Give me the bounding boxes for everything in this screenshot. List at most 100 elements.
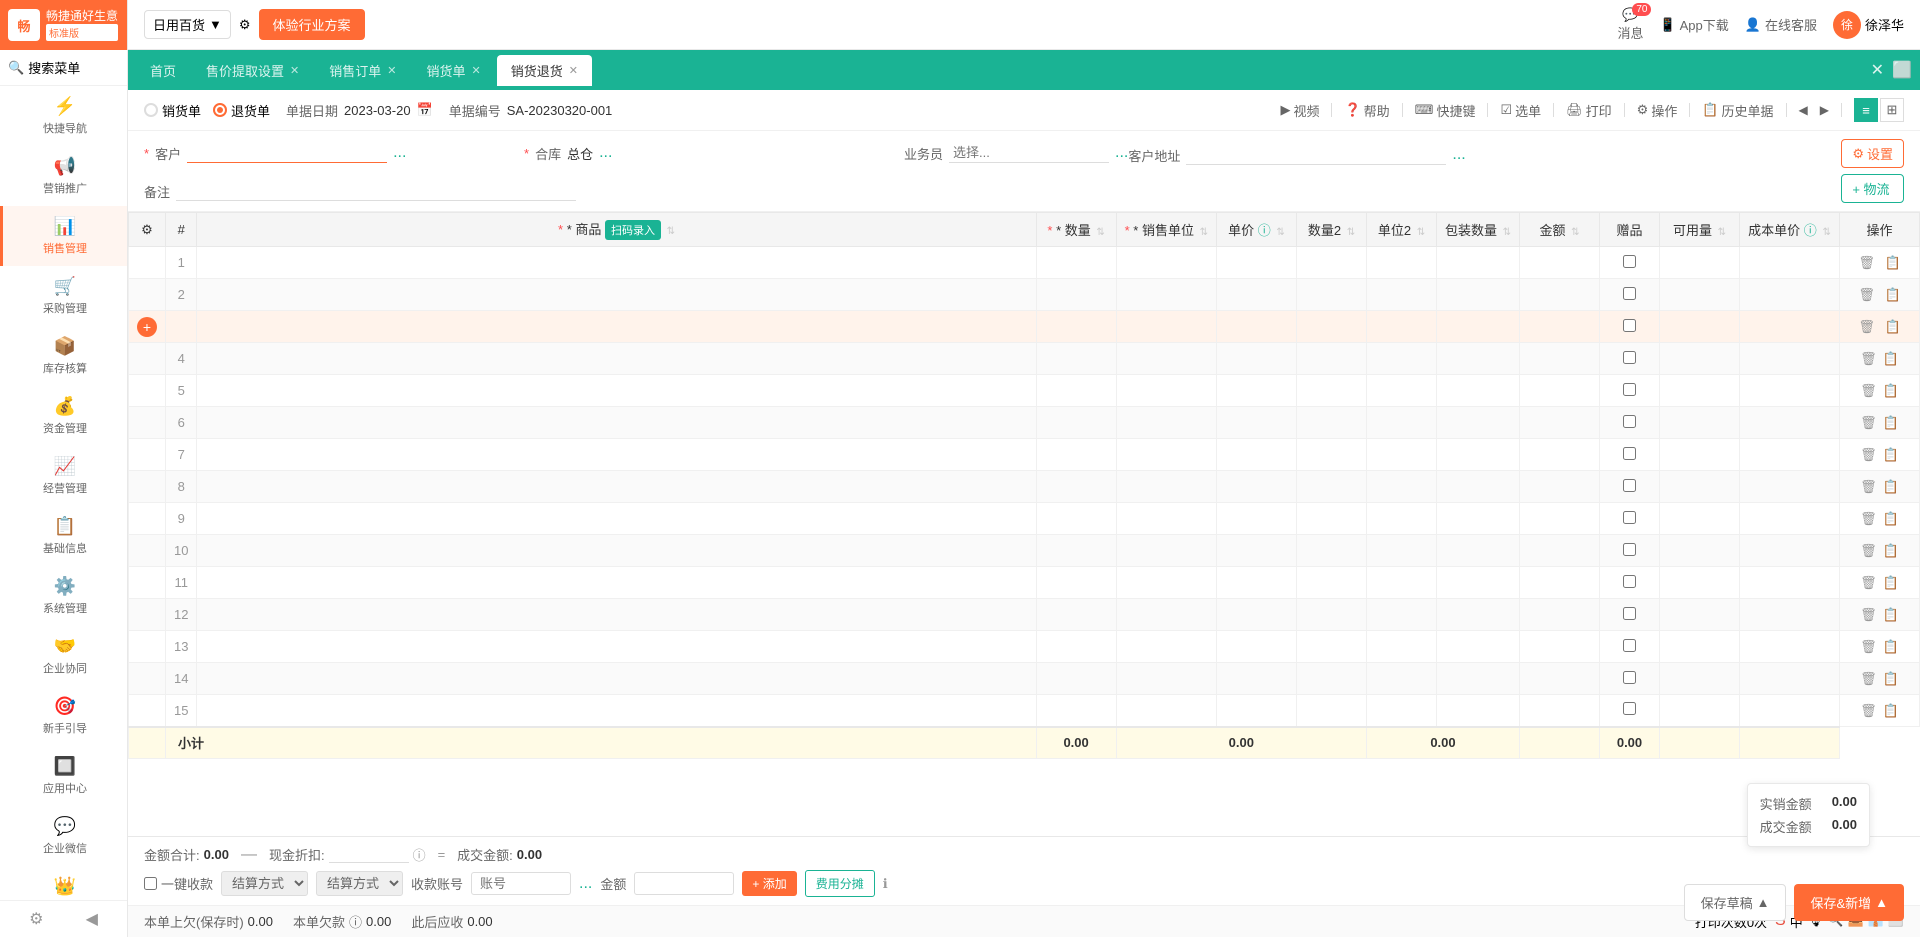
row-price[interactable] [1216, 311, 1296, 343]
product-input-active[interactable] [205, 319, 1027, 334]
row-price[interactable] [1216, 279, 1296, 311]
row-product[interactable] [197, 695, 1036, 727]
sidebar-item-system[interactable]: ⚙️ 系统管理 [0, 566, 127, 626]
row-product[interactable] [197, 439, 1036, 471]
sort-icon[interactable]: ⇅ [1417, 227, 1425, 238]
gift-checkbox[interactable] [1623, 255, 1636, 268]
sort-icon[interactable]: ⇅ [1276, 227, 1284, 238]
delete-icon[interactable]: 🗑 [1860, 703, 1877, 718]
row-product[interactable] [197, 471, 1036, 503]
help-btn[interactable]: ❓ 帮助 [1344, 101, 1389, 120]
row-unit2[interactable] [1366, 279, 1436, 311]
row-pack[interactable] [1436, 279, 1519, 311]
sidebar-item-purchase[interactable]: 🛒 采购管理 [0, 266, 127, 326]
sidebar-item-finance[interactable]: 💰 资金管理 [0, 386, 127, 446]
row-costprice[interactable] [1740, 247, 1840, 279]
onepay-checkbox[interactable]: 一键收款 [144, 874, 213, 893]
row-available[interactable] [1660, 311, 1740, 343]
gift-checkbox[interactable] [1623, 543, 1636, 556]
row-product[interactable] [197, 599, 1036, 631]
row-product[interactable] [197, 407, 1036, 439]
address-input[interactable] [1186, 145, 1446, 165]
scan-button[interactable]: 扫码录入 [605, 220, 661, 240]
copy-icon[interactable]: 📋 [1883, 351, 1899, 366]
sidebar-item-operation[interactable]: 📈 经营管理 [0, 446, 127, 506]
sidebar-item-marketing[interactable]: 📢 营销推广 [0, 146, 127, 206]
onepay-check[interactable] [144, 877, 157, 890]
settings-bottom-icon[interactable]: ⚙ [29, 909, 43, 929]
gift-checkbox[interactable] [1623, 319, 1636, 332]
settings-gear-icon[interactable]: ⚙ [239, 17, 251, 33]
row-product[interactable] [197, 567, 1036, 599]
gift-checkbox[interactable] [1623, 702, 1636, 715]
delete-icon[interactable]: 🗑 [1858, 287, 1875, 302]
account-select-btn[interactable]: ... [579, 875, 592, 893]
sidebar-item-sales[interactable]: 📊 销售管理 [0, 206, 127, 266]
tab-close-icon[interactable]: ✕ [472, 64, 481, 77]
gift-checkbox[interactable] [1623, 671, 1636, 684]
row-gift-checkbox[interactable] [1600, 279, 1660, 311]
address-select-btn[interactable]: ... [1452, 146, 1465, 164]
row-product[interactable] [197, 631, 1036, 663]
logistics-button[interactable]: + 物流 [1841, 174, 1904, 203]
copy-icon[interactable]: 📋 [1884, 255, 1900, 270]
row-product[interactable] [197, 663, 1036, 695]
delete-icon[interactable]: 🗑 [1860, 511, 1877, 526]
settings-button[interactable]: ⚙ 设置 [1841, 139, 1904, 168]
sort-icon[interactable]: ⇅ [1822, 227, 1830, 238]
online-service-button[interactable]: 👤 在线客服 [1745, 15, 1817, 34]
row-pack[interactable] [1436, 247, 1519, 279]
gift-checkbox[interactable] [1623, 415, 1636, 428]
row-gift-checkbox[interactable] [1600, 247, 1660, 279]
industry-select[interactable]: 日用百货 ▼ [144, 10, 231, 39]
row-amount[interactable] [1520, 311, 1600, 343]
account-input[interactable] [471, 872, 571, 895]
tab-close-icon[interactable]: ✕ [387, 64, 396, 77]
copy-icon[interactable]: 📋 [1883, 607, 1899, 622]
row-qty[interactable] [1036, 247, 1116, 279]
radio-sales-return[interactable]: 退货单 [213, 101, 270, 120]
row-unit[interactable] [1116, 279, 1216, 311]
col-settings-icon[interactable]: ⚙ [141, 222, 153, 237]
row-qty[interactable] [1036, 311, 1116, 343]
row-qty[interactable] [1036, 279, 1116, 311]
row-product[interactable] [197, 247, 1036, 279]
prev-btn[interactable]: ◀ [1799, 103, 1808, 117]
row-pack[interactable] [1436, 311, 1519, 343]
sort-icon[interactable]: ⇅ [1718, 227, 1726, 238]
row-product[interactable] [197, 375, 1036, 407]
row-unit[interactable] [1116, 311, 1216, 343]
delete-icon[interactable]: 🗑 [1860, 447, 1877, 462]
copy-icon[interactable]: 📋 [1884, 287, 1900, 302]
note-input[interactable] [176, 181, 576, 201]
row-qty2[interactable] [1296, 311, 1366, 343]
copy-icon[interactable]: 📋 [1883, 671, 1899, 686]
row-unit2[interactable] [1366, 311, 1436, 343]
customer-input[interactable] [187, 143, 387, 163]
gift-checkbox[interactable] [1623, 575, 1636, 588]
calendar-icon[interactable]: 📅 [417, 102, 433, 118]
row-amount[interactable] [1520, 247, 1600, 279]
copy-icon[interactable]: 📋 [1883, 479, 1899, 494]
row-product[interactable] [197, 279, 1036, 311]
message-button[interactable]: 💬 消息 70 [1617, 7, 1643, 42]
tab-sales-delivery[interactable]: 销货单 ✕ [412, 55, 494, 86]
sort-icon[interactable]: ⇅ [1503, 227, 1511, 238]
row-unit2[interactable] [1366, 247, 1436, 279]
sort-icon[interactable]: ⇅ [1096, 227, 1104, 238]
sidebar-item-basic[interactable]: 📋 基础信息 [0, 506, 127, 566]
row-qty2[interactable] [1296, 247, 1366, 279]
app-download-button[interactable]: 📱 App下载 [1659, 15, 1728, 34]
sidebar-item-quick-nav[interactable]: ⚡ 快捷导航 [0, 86, 127, 146]
row-gift-checkbox[interactable] [1600, 311, 1660, 343]
delete-icon[interactable]: 🗑 [1860, 671, 1877, 686]
row-product[interactable] [197, 343, 1036, 375]
gift-checkbox[interactable] [1623, 351, 1636, 364]
delete-icon[interactable]: 🗑 [1860, 575, 1877, 590]
row-unit[interactable] [1116, 247, 1216, 279]
shortcuts-btn[interactable]: ⌨ 快捷键 [1415, 101, 1476, 120]
row-costprice[interactable] [1740, 311, 1840, 343]
row-available[interactable] [1660, 279, 1740, 311]
delete-icon[interactable]: 🗑 [1858, 319, 1875, 334]
next-btn[interactable]: ▶ [1820, 103, 1829, 117]
